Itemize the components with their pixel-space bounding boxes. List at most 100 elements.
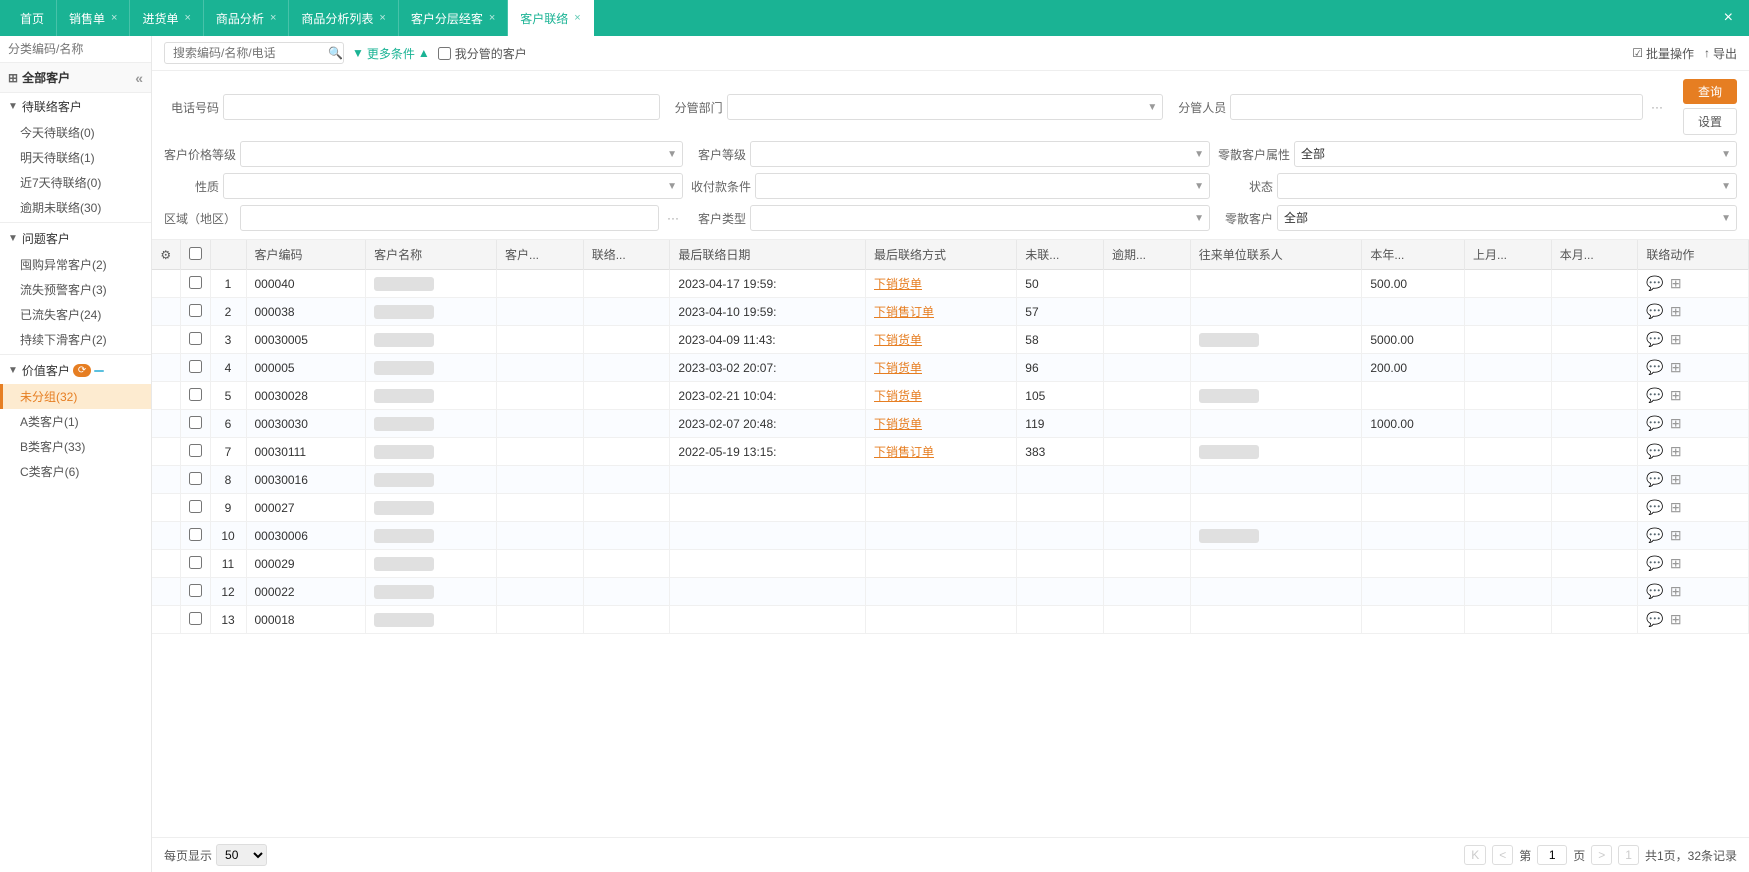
close-product-analysis-icon[interactable]: ×: [270, 12, 276, 24]
col-code[interactable]: 客户编码: [246, 240, 366, 270]
cell-check[interactable]: [180, 438, 210, 466]
sidebar-item-7days[interactable]: 近7天待联络(0): [0, 170, 151, 195]
sidebar-item-churned[interactable]: 已流失客户(24): [0, 302, 151, 327]
row-checkbox[interactable]: [189, 388, 202, 401]
cell-check[interactable]: [180, 466, 210, 494]
tab-product-list[interactable]: 商品分析列表 ×: [289, 0, 398, 36]
last-method-link[interactable]: 下销货单: [874, 389, 922, 403]
cell-last-method[interactable]: 下销货单: [866, 382, 1017, 410]
close-sales-icon[interactable]: ×: [111, 12, 117, 24]
export-btn[interactable]: ↑ 导出: [1704, 45, 1737, 62]
sidebar-item-declining[interactable]: 持续下滑客户(2): [0, 327, 151, 352]
chat-icon[interactable]: 💬: [1646, 387, 1663, 404]
sidebar-item-a-class[interactable]: A类客户(1): [0, 409, 151, 434]
row-checkbox[interactable]: [189, 276, 202, 289]
cell-check[interactable]: [180, 382, 210, 410]
cell-last-method[interactable]: 下销货单: [866, 326, 1017, 354]
cell-last-method[interactable]: 下销货单: [866, 270, 1017, 298]
chat-icon[interactable]: 💬: [1646, 499, 1663, 516]
my-customers-checkbox[interactable]: [438, 47, 451, 60]
col-contact[interactable]: 联络...: [583, 240, 670, 270]
row-checkbox[interactable]: [189, 556, 202, 569]
retail-attr-select[interactable]: 全部: [1294, 141, 1737, 167]
row-checkbox[interactable]: [189, 416, 202, 429]
sidebar-search-input[interactable]: [8, 42, 152, 56]
dept-select[interactable]: [727, 94, 1164, 120]
chat-icon[interactable]: 💬: [1646, 527, 1663, 544]
close-purchase-icon[interactable]: ×: [184, 12, 190, 24]
row-checkbox[interactable]: [189, 332, 202, 345]
chat-icon[interactable]: 💬: [1646, 359, 1663, 376]
next-page-btn[interactable]: >: [1591, 845, 1612, 865]
chat-icon[interactable]: 💬: [1646, 331, 1663, 348]
col-settings[interactable]: ⚙: [152, 240, 180, 270]
status-select[interactable]: [1277, 173, 1737, 199]
row-checkbox[interactable]: [189, 304, 202, 317]
prev-page-btn[interactable]: <: [1492, 845, 1513, 865]
close-customer-segment-icon[interactable]: ×: [489, 12, 495, 24]
sidebar-item-no-group[interactable]: 未分组(32): [0, 384, 151, 409]
col-last-date[interactable]: 最后联络日期: [670, 240, 866, 270]
row-checkbox[interactable]: [189, 612, 202, 625]
cell-check[interactable]: [180, 298, 210, 326]
col-this-month[interactable]: 本月...: [1551, 240, 1638, 270]
sidebar-item-today[interactable]: 今天待联络(0): [0, 120, 151, 145]
per-page-select[interactable]: 50 100 200: [216, 844, 267, 866]
cell-last-method[interactable]: [866, 578, 1017, 606]
window-close-icon[interactable]: ×: [1716, 9, 1741, 27]
cell-check[interactable]: [180, 606, 210, 634]
last-method-link[interactable]: 下销售订单: [874, 305, 934, 319]
cell-last-method[interactable]: 下销货单: [866, 354, 1017, 382]
sidebar-item-overdue[interactable]: 逾期未联络(30): [0, 195, 151, 220]
cell-last-method[interactable]: [866, 494, 1017, 522]
query-btn[interactable]: 查询: [1683, 79, 1737, 104]
cell-check[interactable]: [180, 550, 210, 578]
person-input[interactable]: [1230, 94, 1643, 120]
sidebar-search-box[interactable]: 🔍: [0, 36, 151, 63]
tab-home[interactable]: 首页: [8, 0, 57, 36]
select-all-checkbox[interactable]: [189, 247, 202, 260]
cell-check[interactable]: [180, 326, 210, 354]
sidebar-item-abnormal[interactable]: 囤购异常客户(2): [0, 252, 151, 277]
chat-icon[interactable]: 💬: [1646, 415, 1663, 432]
retail-customer-select[interactable]: 全部: [1277, 205, 1737, 231]
tab-product-analysis[interactable]: 商品分析 ×: [204, 0, 289, 36]
reset-btn[interactable]: 设置: [1683, 108, 1737, 135]
payment-select[interactable]: [755, 173, 1210, 199]
nature-select[interactable]: [223, 173, 683, 199]
grid-action-icon[interactable]: ⊞: [1670, 499, 1682, 516]
row-checkbox[interactable]: [189, 528, 202, 541]
cell-check[interactable]: [180, 270, 210, 298]
cell-last-method[interactable]: [866, 522, 1017, 550]
col-this-year[interactable]: 本年...: [1362, 240, 1465, 270]
last-page-btn[interactable]: 1: [1618, 845, 1639, 865]
page-number-input[interactable]: [1537, 845, 1567, 865]
row-checkbox[interactable]: [189, 584, 202, 597]
cell-last-method[interactable]: 下销售订单: [866, 438, 1017, 466]
sidebar-item-tomorrow[interactable]: 明天待联络(1): [0, 145, 151, 170]
chat-icon[interactable]: 💬: [1646, 555, 1663, 572]
col-last-method[interactable]: 最后联络方式: [866, 240, 1017, 270]
cell-check[interactable]: [180, 522, 210, 550]
close-product-list-icon[interactable]: ×: [379, 12, 385, 24]
all-customers-header[interactable]: ⊞ 全部客户 «: [0, 63, 151, 93]
last-method-link[interactable]: 下销售订单: [874, 445, 934, 459]
tab-purchase[interactable]: 进货单 ×: [130, 0, 203, 36]
customer-type-select[interactable]: [750, 205, 1210, 231]
collapse-icon[interactable]: «: [135, 70, 143, 86]
sidebar-group-problem[interactable]: ▼ 问题客户: [0, 225, 151, 252]
col-last-month[interactable]: 上月...: [1465, 240, 1552, 270]
grid-action-icon[interactable]: ⊞: [1670, 331, 1682, 348]
filter-search-input[interactable]: [173, 46, 328, 60]
row-checkbox[interactable]: [189, 472, 202, 485]
chat-icon[interactable]: 💬: [1646, 443, 1663, 460]
grid-action-icon[interactable]: ⊞: [1670, 387, 1682, 404]
filter-search-box[interactable]: 🔍: [164, 42, 344, 64]
col-type[interactable]: 客户...: [496, 240, 583, 270]
last-method-link[interactable]: 下销货单: [874, 361, 922, 375]
sidebar-item-b-class[interactable]: B类客户(33): [0, 434, 151, 459]
grid-action-icon[interactable]: ⊞: [1670, 359, 1682, 376]
price-level-select[interactable]: [240, 141, 683, 167]
row-checkbox[interactable]: [189, 500, 202, 513]
my-customers-check[interactable]: 我分管的客户: [438, 45, 527, 62]
